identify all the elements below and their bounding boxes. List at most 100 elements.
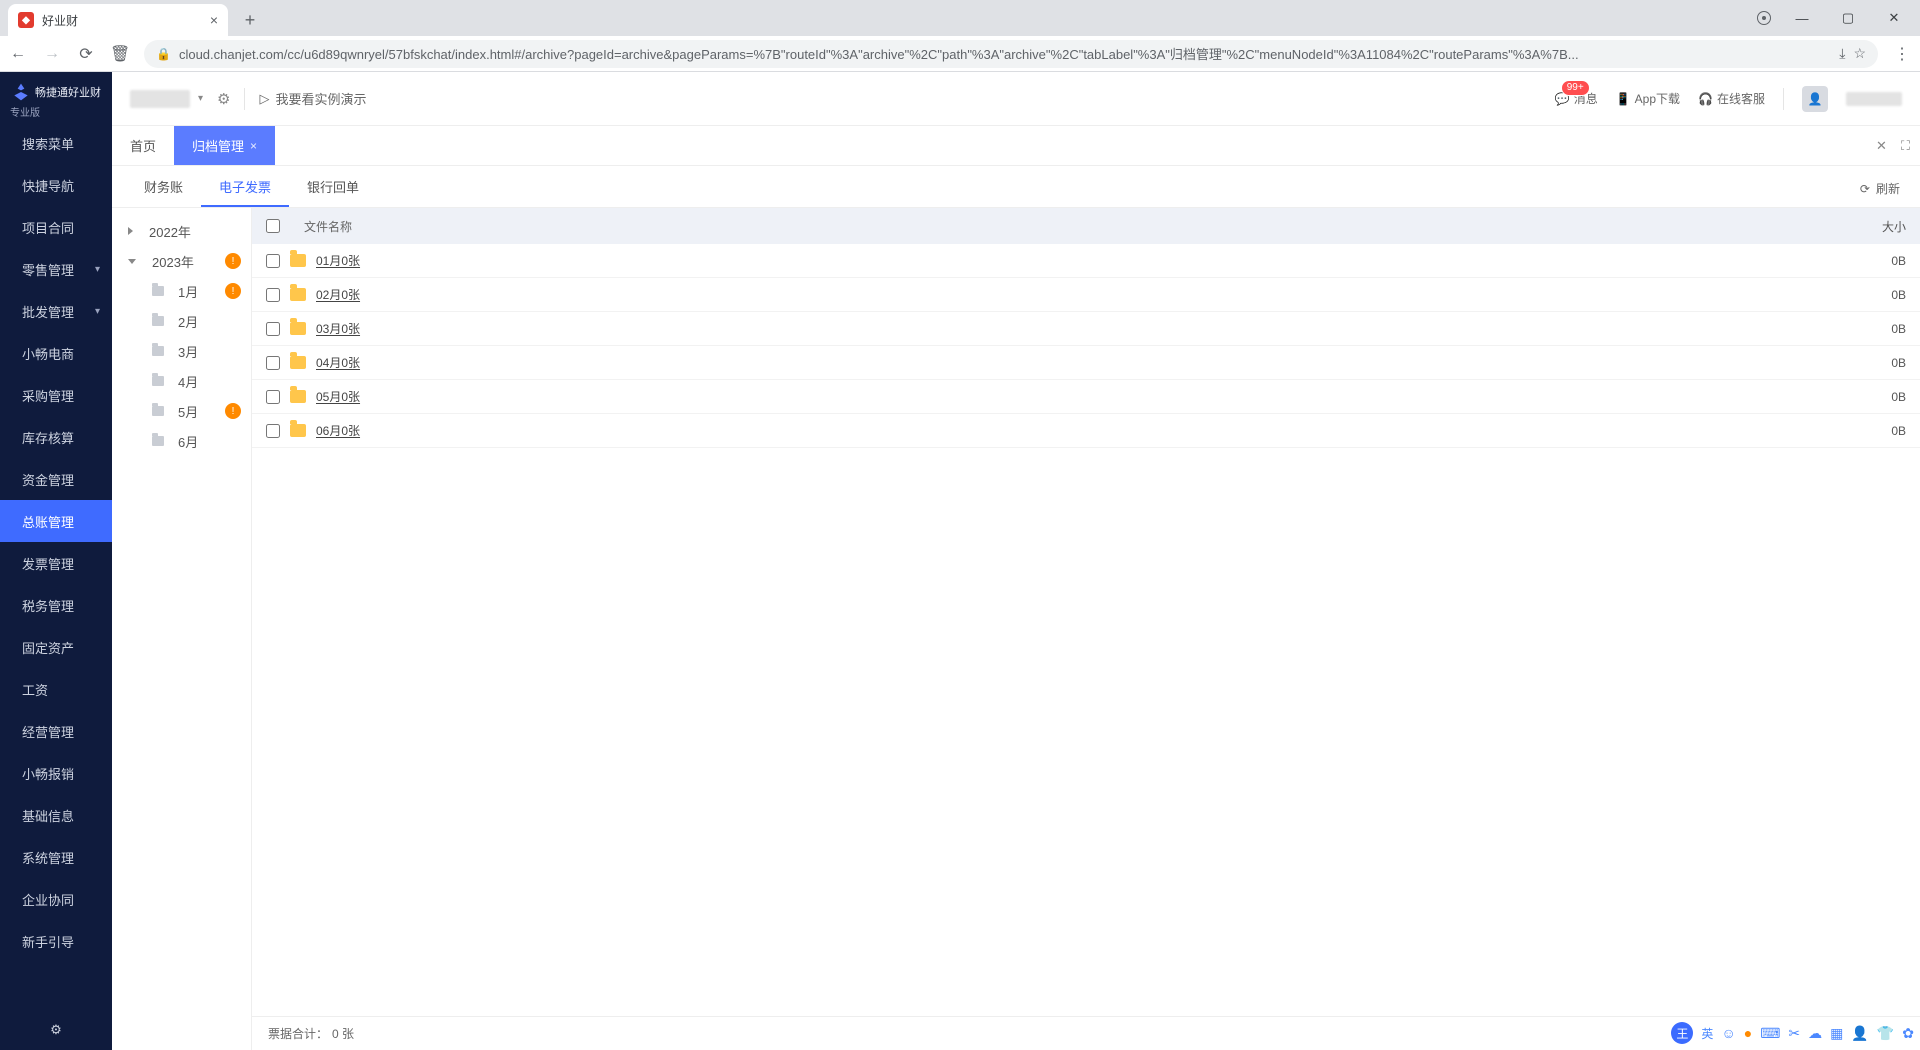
tree-month[interactable]: 3月 [112, 336, 251, 366]
ime-keyboard-icon[interactable]: ⌨ [1760, 1025, 1780, 1042]
back-button[interactable]: ← [8, 45, 28, 63]
org-settings-icon[interactable]: ⚙ [217, 90, 230, 108]
sidebar-item-label: 系统管理 [22, 848, 74, 867]
tab-title: 好业财 [42, 12, 78, 29]
demo-link[interactable]: ▷ 我要看实例演示 [259, 89, 366, 108]
fullscreen-icon[interactable]: ⛶ [1901, 138, 1910, 154]
subtab-einvoice[interactable]: 电子发票 [201, 167, 289, 207]
file-link[interactable]: 03月0张 [316, 320, 360, 337]
app-download-button[interactable]: 📱 App下载 [1616, 90, 1680, 107]
sidebar-item[interactable]: 采购管理 [0, 374, 112, 416]
sidebar-item[interactable]: 固定资产 [0, 626, 112, 668]
tree-month[interactable]: 6月 [112, 426, 251, 456]
sidebar-item[interactable]: 发票管理 [0, 542, 112, 584]
new-tab-button[interactable]: + [236, 6, 264, 34]
sidebar-item[interactable]: 基础信息 [0, 794, 112, 836]
row-checkbox[interactable] [266, 288, 280, 302]
star-icon[interactable]: ☆ [1853, 45, 1866, 62]
folder-icon [152, 406, 164, 416]
sidebar-item-label: 搜索菜单 [22, 134, 74, 153]
ime-logo-icon[interactable]: 王 [1671, 1022, 1693, 1044]
sidebar-item[interactable]: 项目合同 [0, 206, 112, 248]
ime-lang[interactable]: 英 [1701, 1025, 1713, 1042]
menu-icon[interactable]: ⋮ [1892, 44, 1912, 64]
file-link[interactable]: 02月0张 [316, 286, 360, 303]
sidebar-item[interactable]: 小畅电商 [0, 332, 112, 374]
tab-home[interactable]: 首页 [112, 126, 174, 165]
divider [1783, 88, 1784, 110]
sidebar-item[interactable]: 库存核算 [0, 416, 112, 458]
sidebar-item[interactable]: 快捷导航 [0, 164, 112, 206]
subtab-finance[interactable]: 财务账 [126, 167, 201, 207]
file-link[interactable]: 04月0张 [316, 354, 360, 371]
ime-grid-icon[interactable]: ▦ [1830, 1025, 1843, 1042]
file-link[interactable]: 01月0张 [316, 252, 360, 269]
avatar[interactable]: 👤 [1802, 86, 1828, 112]
sidebar-item[interactable]: 系统管理 [0, 836, 112, 878]
tree-month[interactable]: 2月 [112, 306, 251, 336]
browser-tab[interactable]: ◆ 好业财 × [8, 4, 228, 36]
tree-year-2022[interactable]: 2022年 [112, 216, 251, 246]
close-all-tabs-icon[interactable]: ✕ [1876, 138, 1887, 154]
sidebar-item[interactable]: 搜索菜单 [0, 122, 112, 164]
online-service-button[interactable]: 🎧 在线客服 [1698, 90, 1765, 107]
row-checkbox[interactable] [266, 390, 280, 404]
row-checkbox[interactable] [266, 254, 280, 268]
ime-scissors-icon[interactable]: ✂ [1788, 1025, 1800, 1042]
ime-dot-icon[interactable]: ● [1744, 1025, 1752, 1041]
close-window-button[interactable]: ✕ [1872, 4, 1916, 32]
close-tab-icon[interactable]: × [250, 139, 257, 153]
delete-icon[interactable]: 🗑 [110, 44, 130, 64]
file-name-cell: 04月0张 [290, 354, 1826, 371]
install-icon[interactable]: ⤓ [1839, 45, 1845, 62]
sidebar-item[interactable]: 税务管理 [0, 584, 112, 626]
row-checkbox[interactable] [266, 424, 280, 438]
ime-cloud-icon[interactable]: ☁ [1808, 1025, 1822, 1042]
row-checkbox[interactable] [266, 322, 280, 336]
folder-icon [152, 316, 164, 326]
sidebar-item[interactable]: 新手引导 [0, 920, 112, 962]
table-row: 05月0张 0B [252, 380, 1920, 414]
account-icon[interactable] [1750, 4, 1778, 32]
sidebar-item[interactable]: 资金管理 [0, 458, 112, 500]
reload-button[interactable]: ⟳ [76, 44, 96, 64]
minimize-button[interactable]: — [1780, 4, 1824, 32]
caret-down-icon [128, 259, 136, 264]
tree-month[interactable]: 4月 [112, 366, 251, 396]
ime-emoji-icon[interactable]: ☺ [1721, 1025, 1735, 1041]
ime-settings-icon[interactable]: ✿ [1902, 1025, 1914, 1042]
ime-shirt-icon[interactable]: 👕 [1877, 1025, 1894, 1042]
sidebar-item-label: 快捷导航 [22, 176, 74, 195]
ime-person-icon[interactable]: 👤 [1851, 1025, 1868, 1042]
file-name-cell: 01月0张 [290, 252, 1826, 269]
file-link[interactable]: 06月0张 [316, 422, 360, 439]
select-all-checkbox[interactable] [266, 219, 280, 233]
file-size-cell: 0B [1826, 390, 1906, 404]
sidebar-item[interactable]: 小畅报销 [0, 752, 112, 794]
sidebar-item[interactable]: 零售管理▾ [0, 248, 112, 290]
brand-edition: 专业版 [10, 104, 40, 119]
sidebar-item[interactable]: 企业协同 [0, 878, 112, 920]
refresh-button[interactable]: ⟳ 刷新 [1860, 180, 1920, 207]
divider [244, 88, 245, 110]
tree-month[interactable]: 1月! [112, 276, 251, 306]
sidebar-item[interactable]: 经营管理 [0, 710, 112, 752]
tree-year-2023[interactable]: 2023年 ! [112, 246, 251, 276]
forward-button[interactable]: → [42, 45, 62, 63]
messages-button[interactable]: 99+ 💬 消息 [1555, 90, 1598, 107]
settings-button[interactable]: ⚙ [0, 1010, 112, 1050]
maximize-button[interactable]: ▢ [1826, 4, 1870, 32]
close-icon[interactable]: × [210, 12, 218, 28]
alert-badge: ! [225, 283, 241, 299]
file-link[interactable]: 05月0张 [316, 388, 360, 405]
sidebar-item[interactable]: 工资 [0, 668, 112, 710]
tab-archive[interactable]: 归档管理 × [174, 126, 275, 165]
subtab-bank[interactable]: 银行回单 [289, 167, 377, 207]
row-checkbox[interactable] [266, 356, 280, 370]
tree-month[interactable]: 5月! [112, 396, 251, 426]
org-selector[interactable]: ▾ [130, 90, 203, 108]
sidebar-item[interactable]: 批发管理▾ [0, 290, 112, 332]
sidebar-item[interactable]: 总账管理 [0, 500, 112, 542]
sidebar-item-label: 总账管理 [22, 512, 74, 531]
address-bar[interactable]: 🔒 cloud.chanjet.com/cc/u6d89qwnryel/57bf… [144, 40, 1878, 68]
